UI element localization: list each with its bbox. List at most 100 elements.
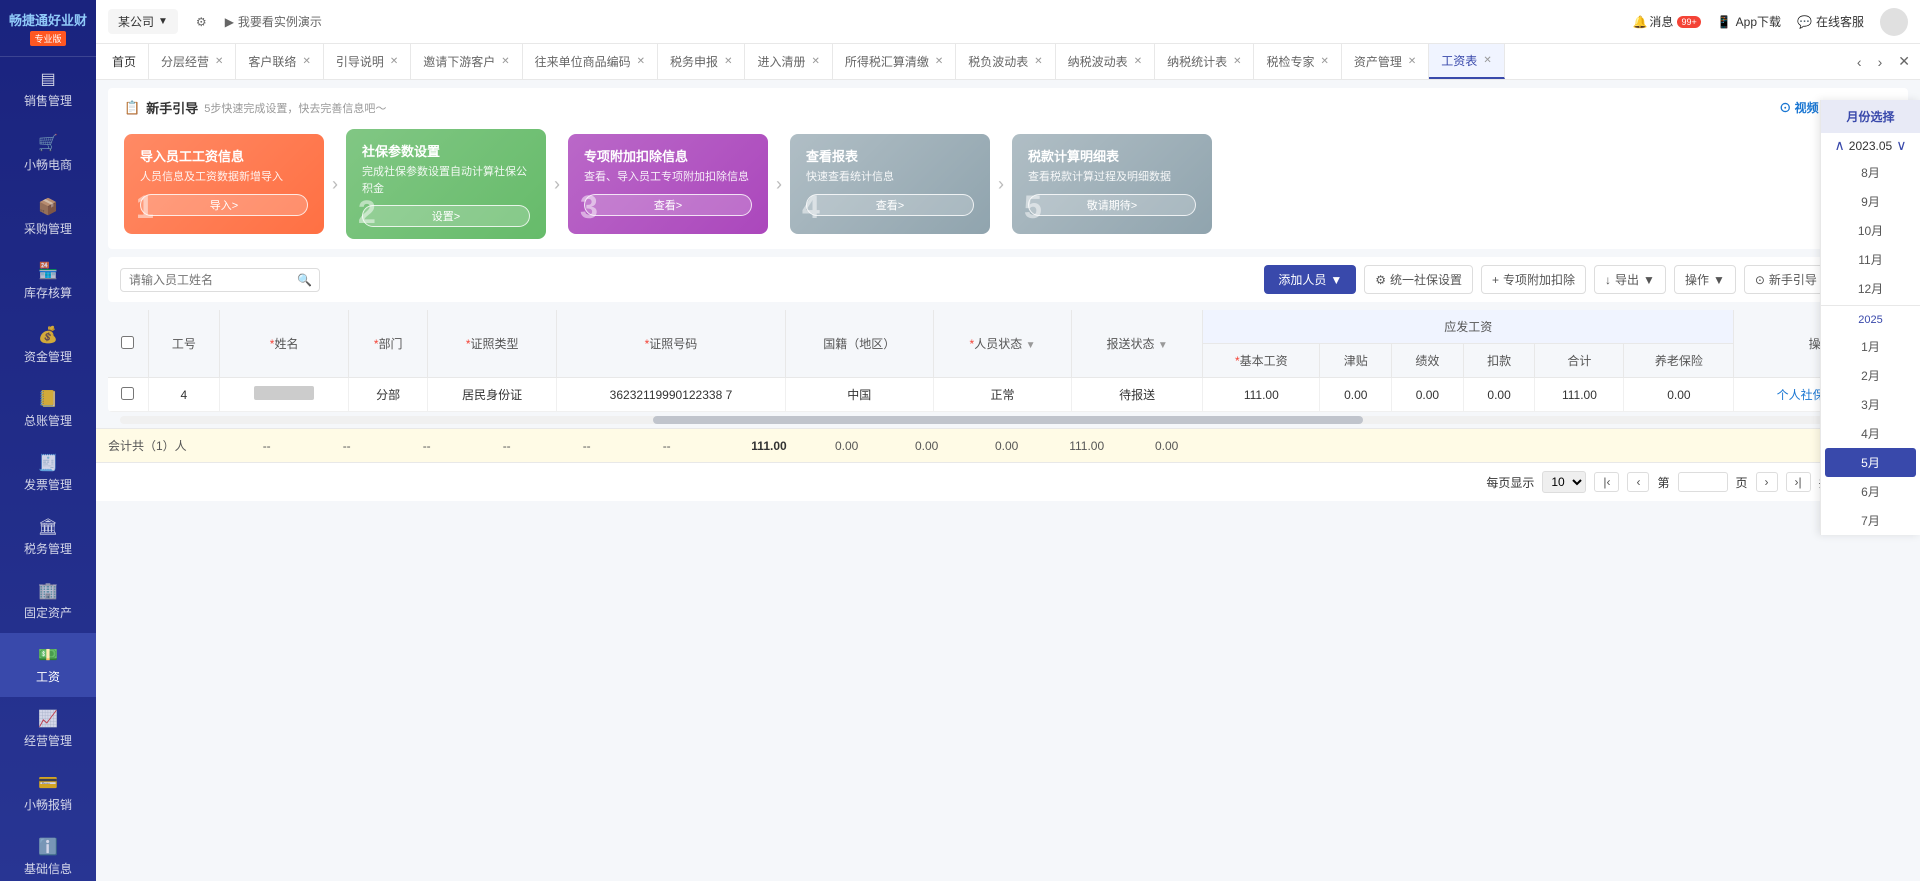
social-setting-button[interactable]: ⚙ 统一社保设置	[1364, 265, 1473, 294]
tab-assets[interactable]: 资产管理 ✕	[1342, 44, 1429, 79]
newbie-guide-button[interactable]: ⊙ 新手引导	[1744, 265, 1828, 294]
month-9[interactable]: 9月	[1821, 187, 1920, 216]
month-4[interactable]: 4月	[1821, 419, 1920, 448]
close-icon[interactable]: ✕	[1134, 56, 1142, 67]
step4-title: 查看报表	[806, 146, 974, 165]
first-page-button[interactable]: |‹	[1594, 472, 1619, 492]
tab-salary[interactable]: 工资表 ✕	[1429, 44, 1504, 79]
month-1[interactable]: 1月	[1821, 332, 1920, 361]
demo-button[interactable]: ▶ 我要看实例演示	[225, 13, 322, 30]
close-icon[interactable]: ✕	[215, 56, 223, 67]
month-12[interactable]: 12月	[1821, 274, 1920, 303]
cell-performance: 0.00	[1392, 378, 1464, 412]
horizontal-scrollbar[interactable]	[96, 412, 1920, 428]
sidebar-item-label: 销售管理	[24, 92, 72, 109]
prev-page-button[interactable]: ‹	[1627, 472, 1649, 492]
last-page-button[interactable]: ›|	[1786, 472, 1811, 492]
notification-button[interactable]: 🔔 消息 99+	[1632, 13, 1700, 30]
step3-num: 3	[580, 189, 598, 226]
tab-tax-report[interactable]: 税务申报 ✕	[658, 44, 745, 79]
tab-tax-wave[interactable]: 纳税波动表 ✕	[1056, 44, 1155, 79]
month-7[interactable]: 7月	[1821, 506, 1920, 535]
close-icon[interactable]: ✕	[811, 56, 819, 67]
tab-tax-stat[interactable]: 纳税统计表 ✕	[1155, 44, 1254, 79]
close-icon[interactable]: ✕	[724, 56, 732, 67]
sidebar-item-assets[interactable]: 🏢 固定资产	[0, 569, 96, 633]
app-download-button[interactable]: 📱 App下载	[1717, 13, 1781, 30]
sidebar-item-invoice[interactable]: 🧾 发票管理	[0, 441, 96, 505]
toolbar-right: 添加人员 ▼ ⚙ 统一社保设置 + 专项附加扣除 ↓ 导出 ▼ 操作	[1264, 265, 1896, 294]
sidebar-item-ledger[interactable]: 📒 总账管理	[0, 377, 96, 441]
sidebar-item-ecommerce[interactable]: 🛒 小畅电商	[0, 121, 96, 185]
sidebar-item-purchase[interactable]: 📦 采购管理	[0, 185, 96, 249]
sidebar-item-tax[interactable]: 🏛 税务管理	[0, 505, 96, 569]
tab-label: 税务申报	[670, 53, 718, 70]
tab-guide[interactable]: 引导说明 ✕	[324, 44, 411, 79]
step2-button[interactable]: 设置>	[362, 205, 530, 227]
sidebar-item-salary[interactable]: 💵 工资	[0, 633, 96, 697]
tab-invite[interactable]: 邀请下游客户 ✕	[411, 44, 522, 79]
demo-label: 我要看实例演示	[238, 13, 322, 30]
month-8[interactable]: 8月	[1821, 158, 1920, 187]
month-2[interactable]: 2月	[1821, 361, 1920, 390]
tab-clearing[interactable]: 进入清册 ✕	[745, 44, 832, 79]
close-icon[interactable]: ✕	[935, 56, 943, 67]
year-display: 2023.05	[1849, 139, 1892, 153]
sidebar-item-inventory[interactable]: 🏪 库存核算	[0, 249, 96, 313]
close-icon[interactable]: ✕	[1034, 56, 1042, 67]
sidebar-item-basic[interactable]: ℹ️ 基础信息	[0, 825, 96, 881]
close-icon[interactable]: ✕	[1321, 56, 1329, 67]
sort-icon[interactable]: ▼	[1158, 340, 1168, 351]
addon-deduction-button[interactable]: + 专项附加扣除	[1481, 265, 1586, 294]
step3-button[interactable]: 查看>	[584, 194, 752, 216]
close-icon[interactable]: ✕	[390, 56, 398, 67]
row-select-checkbox[interactable]	[121, 387, 134, 400]
page-input[interactable]: 1	[1678, 472, 1728, 492]
tab-stratified[interactable]: 分层经营 ✕	[149, 44, 236, 79]
tab-next-button[interactable]: ›	[1872, 52, 1889, 72]
avatar[interactable]	[1880, 8, 1908, 36]
month-6[interactable]: 6月	[1821, 477, 1920, 506]
tab-product-code[interactable]: 往来单位商品编码 ✕	[523, 44, 658, 79]
close-icon[interactable]: ✕	[637, 56, 645, 67]
select-all-checkbox[interactable]	[121, 336, 134, 349]
month-10[interactable]: 10月	[1821, 216, 1920, 245]
sidebar-item-expense[interactable]: 💳 小畅报销	[0, 761, 96, 825]
close-icon[interactable]: ✕	[1233, 56, 1241, 67]
add-employee-button[interactable]: 添加人员 ▼	[1264, 265, 1356, 294]
sidebar-item-sales[interactable]: ▤ 销售管理	[0, 57, 96, 121]
tab-home[interactable]: 首页	[100, 44, 149, 79]
step4-button[interactable]: 查看>	[806, 194, 974, 216]
year-next-button[interactable]: ∨	[1896, 137, 1906, 154]
company-selector[interactable]: 某公司 ▼	[108, 9, 178, 34]
sort-icon[interactable]: ▼	[1026, 340, 1036, 351]
tab-label: 往来单位商品编码	[535, 53, 631, 70]
tab-prev-button[interactable]: ‹	[1851, 52, 1868, 72]
operate-button[interactable]: 操作 ▼	[1674, 265, 1736, 294]
step1-button[interactable]: 导入>	[140, 194, 308, 216]
close-icon[interactable]: ✕	[302, 56, 310, 67]
tab-tax-expert[interactable]: 税检专家 ✕	[1254, 44, 1341, 79]
online-service-button[interactable]: 💬 在线客服	[1797, 13, 1864, 30]
month-3[interactable]: 3月	[1821, 390, 1920, 419]
step5-button[interactable]: 敬请期待>	[1028, 194, 1196, 216]
next-page-button[interactable]: ›	[1756, 472, 1778, 492]
action-personal-insurance[interactable]: 个人社保	[1777, 388, 1825, 402]
month-5[interactable]: 5月	[1825, 448, 1916, 477]
sidebar-item-management[interactable]: 📈 经营管理	[0, 697, 96, 761]
month-11[interactable]: 11月	[1821, 245, 1920, 274]
tab-close-all-button[interactable]: ✕	[1892, 51, 1916, 72]
search-input[interactable]	[120, 268, 320, 292]
tab-tax-burden[interactable]: 税负波动表 ✕	[956, 44, 1055, 79]
per-page-select[interactable]: 10 20 50	[1542, 471, 1586, 493]
video-link[interactable]: ⊙ 视频	[1779, 99, 1818, 116]
year-prev-button[interactable]: ∧	[1835, 137, 1845, 154]
tab-tax-settle[interactable]: 所得税汇算清缴 ✕	[833, 44, 956, 79]
close-icon[interactable]: ✕	[501, 56, 509, 67]
export-button[interactable]: ↓ 导出 ▼	[1594, 265, 1666, 294]
sidebar-item-finance[interactable]: 💰 资金管理	[0, 313, 96, 377]
tab-contact[interactable]: 客户联络 ✕	[236, 44, 323, 79]
close-icon[interactable]: ✕	[1483, 55, 1491, 66]
close-icon[interactable]: ✕	[1408, 56, 1416, 67]
gear-settings-button[interactable]: ⚙	[186, 10, 217, 34]
